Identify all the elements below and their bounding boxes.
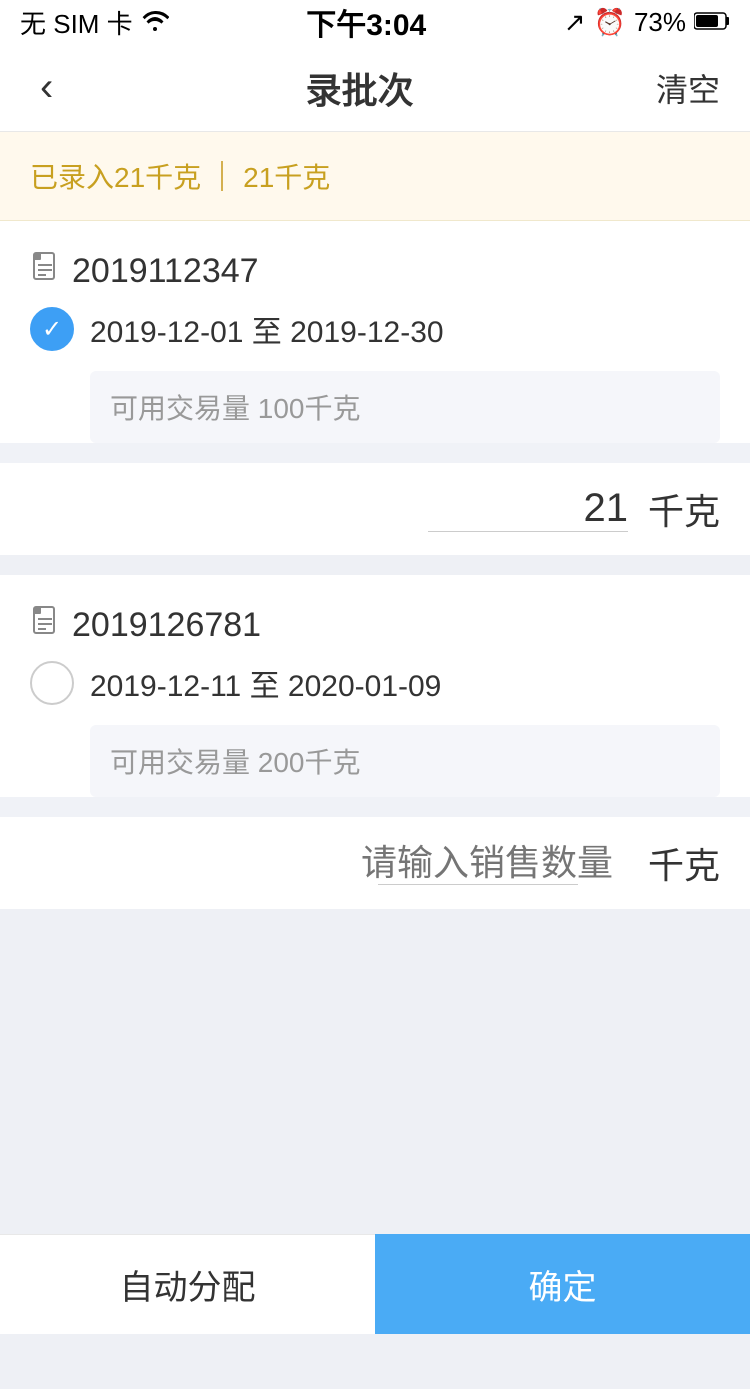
available-qty-box-1: 可用交易量 100千克 xyxy=(90,371,720,443)
status-time: 下午3:04 xyxy=(306,0,426,44)
clock-icon: ⏰ xyxy=(594,7,626,38)
batch-date-1: 2019-12-01 至 2019-12-30 xyxy=(90,307,444,351)
qty-row-wrapper-2: 千克 xyxy=(0,817,750,909)
nav-bar: ‹ 录批次 清空 xyxy=(0,44,750,132)
qty-unit-2: 千克 xyxy=(648,837,720,889)
batch-id-2: 2019126781 xyxy=(72,606,261,645)
doc-icon-2 xyxy=(30,605,62,645)
wifi-icon xyxy=(141,7,169,38)
batch-id-1: 2019112347 xyxy=(72,252,259,291)
battery-icon xyxy=(694,7,730,38)
qty-value-1[interactable]: 21 xyxy=(583,486,628,531)
check-icon-1: ✓ xyxy=(42,315,62,344)
total-text: 21千克 xyxy=(243,156,330,196)
qty-input-wrapper-1: 21 xyxy=(428,486,628,532)
radio-1[interactable]: ✓ xyxy=(30,307,74,351)
radio-2[interactable] xyxy=(30,661,74,705)
doc-icon-1 xyxy=(30,251,62,291)
confirm-button[interactable]: 确定 xyxy=(375,1234,750,1334)
status-right: ↗ ⏰ 73% xyxy=(564,7,730,38)
recorded-text: 已录入21千克 xyxy=(30,156,201,196)
qty-input-row-1: 21 千克 xyxy=(30,463,720,555)
batch-date-2: 2019-12-11 至 2020-01-09 xyxy=(90,661,441,705)
card-separator xyxy=(0,555,750,575)
available-qty-box-2: 可用交易量 200千克 xyxy=(90,725,720,797)
batch-card-2: 2019126781 2019-12-11 至 2020-01-09 可用交易量… xyxy=(0,575,750,797)
batch-header-1: 2019112347 xyxy=(30,251,720,291)
battery-text: 73% xyxy=(634,7,686,38)
qty-input-wrapper-2 xyxy=(328,842,628,885)
page-title: 录批次 xyxy=(306,62,414,114)
location-icon: ↗ xyxy=(564,7,586,38)
batch-date-row-2[interactable]: 2019-12-11 至 2020-01-09 xyxy=(30,661,720,705)
qty-input-row-2: 千克 xyxy=(30,817,720,909)
batch-card-1: 2019112347 ✓ 2019-12-01 至 2019-12-30 可用交… xyxy=(0,221,750,443)
available-qty-text-2: 可用交易量 200千克 xyxy=(110,747,361,778)
available-qty-text-1: 可用交易量 100千克 xyxy=(110,393,361,424)
status-left: 无 SIM 卡 xyxy=(20,4,169,41)
summary-bar: 已录入21千克 21千克 xyxy=(0,132,750,221)
no-sim-text: 无 SIM 卡 xyxy=(20,4,133,41)
auto-distribute-button[interactable]: 自动分配 xyxy=(0,1234,375,1334)
input-divider-1 xyxy=(428,531,628,532)
qty-input-2[interactable] xyxy=(328,842,628,884)
qty-unit-1: 千克 xyxy=(648,483,720,535)
qty-row-wrapper-1: 21 千克 xyxy=(0,463,750,555)
back-button[interactable]: ‹ xyxy=(30,55,63,120)
batch-date-row-1[interactable]: ✓ 2019-12-01 至 2019-12-30 xyxy=(30,307,720,351)
status-bar: 无 SIM 卡 下午3:04 ↗ ⏰ 73% xyxy=(0,0,750,44)
input-divider-2 xyxy=(378,884,578,885)
summary-divider xyxy=(221,161,223,191)
batch-header-2: 2019126781 xyxy=(30,605,720,645)
clear-button[interactable]: 清空 xyxy=(656,65,720,111)
bottom-bar: 自动分配 确定 xyxy=(0,1234,750,1334)
